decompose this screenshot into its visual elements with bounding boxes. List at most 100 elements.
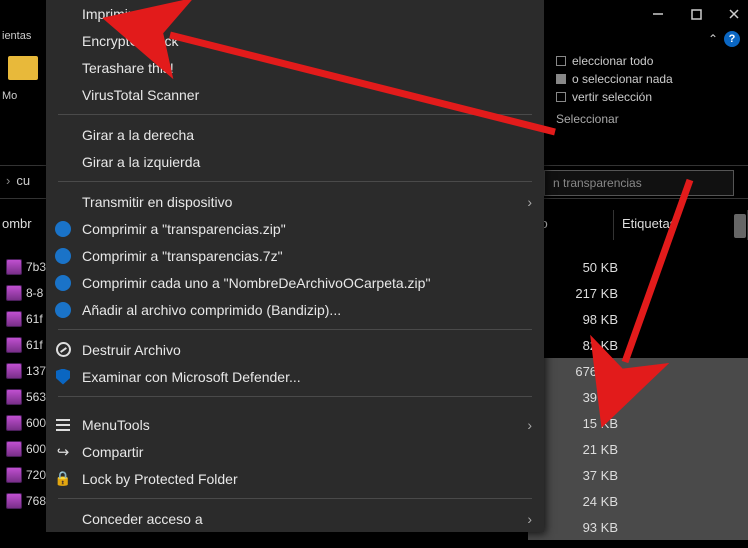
- archive-icon: [6, 493, 22, 509]
- select-none-button[interactable]: o seleccionar nada: [556, 72, 748, 86]
- destroy-icon: [54, 341, 72, 359]
- cm-rotate-right[interactable]: Girar a la derecha: [46, 121, 544, 148]
- cm-share-label: Compartir: [82, 444, 143, 460]
- selection-highlight: [628, 514, 748, 540]
- select-none-label: o seleccionar nada: [572, 72, 673, 86]
- cm-compress-7z[interactable]: Comprimir a "transparencias.7z": [46, 242, 544, 269]
- cm-encrypt[interactable]: EncryptOnClick: [46, 27, 544, 54]
- list-item[interactable]: 61f: [6, 332, 46, 358]
- cm-grant-access[interactable]: Conceder acceso a›: [46, 505, 544, 532]
- select-all-button[interactable]: eleccionar todo: [556, 54, 748, 68]
- cm-print[interactable]: Imprimir: [46, 0, 544, 27]
- chevron-right-icon: ›: [527, 194, 532, 210]
- context-menu: Imprimir EncryptOnClick Terashare this! …: [46, 0, 544, 532]
- list-item[interactable]: 720: [6, 462, 46, 488]
- bandizip-icon: [54, 301, 72, 319]
- close-button[interactable]: [726, 6, 742, 22]
- ribbon-select-group: eleccionar todo o seleccionar nada verti…: [548, 50, 748, 126]
- cm-virustotal[interactable]: VirusTotal Scanner: [46, 81, 544, 108]
- file-name-fragment: 768: [26, 494, 46, 508]
- archive-icon: [6, 259, 22, 275]
- cm-compress-zip[interactable]: Comprimir a "transparencias.zip": [46, 215, 544, 242]
- scrollbar-thumb[interactable]: [734, 214, 746, 238]
- cm-cast-label: Transmitir en dispositivo: [82, 194, 232, 210]
- cm-menutools[interactable]: MenuTools›: [46, 411, 544, 438]
- list-item[interactable]: 7b3: [6, 254, 46, 280]
- list-item[interactable]: 61f: [6, 306, 46, 332]
- cm-compress-each[interactable]: Comprimir cada uno a "NombreDeArchivoOCa…: [46, 269, 544, 296]
- cm-destroy[interactable]: Destruir Archivo: [46, 336, 544, 363]
- cm-encrypt-label: EncryptOnClick: [82, 33, 178, 49]
- archive-icon: [6, 467, 22, 483]
- archive-icon: [6, 415, 22, 431]
- list-item[interactable]: 563: [6, 384, 46, 410]
- cm-separator: [58, 396, 532, 397]
- cm-share[interactable]: ↪Compartir: [46, 438, 544, 465]
- cm-virustotal-label: VirusTotal Scanner: [82, 87, 199, 103]
- archive-icon: [6, 389, 22, 405]
- cm-bandizip[interactable]: Añadir al archivo comprimido (Bandizip).…: [46, 296, 544, 323]
- bandizip-icon: [54, 274, 72, 292]
- cm-rotate-right-label: Girar a la derecha: [82, 127, 194, 143]
- file-name-fragment: 720: [26, 468, 46, 482]
- list-item[interactable]: 600: [6, 436, 46, 462]
- selection-highlight: [628, 488, 748, 514]
- cm-separator: [58, 498, 532, 499]
- select-all-label: eleccionar todo: [572, 54, 653, 68]
- file-name-fragment: 137: [26, 364, 46, 378]
- file-name-fragment: 7b3: [26, 260, 46, 274]
- file-name-fragment: 600: [26, 442, 46, 456]
- cm-rotate-left-label: Girar a la izquierda: [82, 154, 200, 170]
- selection-highlight: [628, 462, 748, 488]
- chevron-right-icon: ›: [527, 417, 532, 433]
- archive-icon: [6, 363, 22, 379]
- cm-7z-label: Comprimir a "transparencias.7z": [82, 248, 283, 264]
- bandizip-icon: [54, 220, 72, 238]
- cm-defender[interactable]: Examinar con Microsoft Defender...: [46, 363, 544, 390]
- file-name-fragment: 8-8: [26, 286, 43, 300]
- list-item[interactable]: 768: [6, 488, 46, 514]
- selection-highlight: [628, 384, 748, 410]
- list-item[interactable]: 600: [6, 410, 46, 436]
- breadcrumb-segment: cu: [16, 173, 30, 188]
- invert-selection-button[interactable]: vertir selección: [556, 90, 748, 104]
- selection-highlight: [628, 358, 748, 384]
- column-header-name[interactable]: ombr: [0, 210, 34, 237]
- breadcrumb[interactable]: › cu: [6, 173, 30, 188]
- menu-icon: [54, 416, 72, 434]
- cm-cast[interactable]: Transmitir en dispositivo ›: [46, 188, 544, 215]
- cm-rotate-left[interactable]: Girar a la izquierda: [46, 148, 544, 175]
- search-placeholder: n transparencias: [553, 176, 642, 190]
- ribbon-collapse-icon[interactable]: ⌃: [708, 32, 718, 46]
- cm-bandizip-label: Añadir al archivo comprimido (Bandizip).…: [82, 302, 341, 318]
- cm-zip-label: Comprimir a "transparencias.zip": [82, 221, 286, 237]
- file-name-fragment: 563: [26, 390, 46, 404]
- ribbon-group-label: Seleccionar: [556, 112, 748, 126]
- invert-label: vertir selección: [572, 90, 652, 104]
- archive-icon: [6, 441, 22, 457]
- column-header-tags[interactable]: Etiquetas: [614, 210, 748, 240]
- cm-destroy-label: Destruir Archivo: [82, 342, 181, 358]
- list-item[interactable]: 137: [6, 358, 46, 384]
- cm-terashare[interactable]: Terashare this!: [46, 54, 544, 81]
- maximize-button[interactable]: [688, 6, 704, 22]
- cm-terashare-label: Terashare this!: [82, 60, 174, 76]
- folder-large-icon: [8, 56, 38, 80]
- list-item[interactable]: 8-8: [6, 280, 46, 306]
- file-name-fragment: 61f: [26, 338, 43, 352]
- cm-print-label: Imprimir: [82, 6, 133, 22]
- selection-highlight: [628, 410, 748, 436]
- cm-separator: [58, 329, 532, 330]
- search-input[interactable]: n transparencias: [544, 170, 734, 196]
- archive-icon: [6, 337, 22, 353]
- bandizip-icon: [54, 247, 72, 265]
- chevron-right-icon: ›: [527, 511, 532, 527]
- archive-icon: [6, 311, 22, 327]
- help-icon[interactable]: ?: [724, 31, 740, 47]
- lock-icon: 🔒: [54, 470, 72, 488]
- minimize-button[interactable]: [650, 6, 666, 22]
- file-list-names: 7b3 8-8 61f 61f 137 563 600 600 720 768: [6, 254, 46, 514]
- file-name-fragment: 61f: [26, 312, 43, 326]
- cm-each-label: Comprimir cada uno a "NombreDeArchivoOCa…: [82, 275, 430, 291]
- cm-lock[interactable]: 🔒Lock by Protected Folder: [46, 465, 544, 492]
